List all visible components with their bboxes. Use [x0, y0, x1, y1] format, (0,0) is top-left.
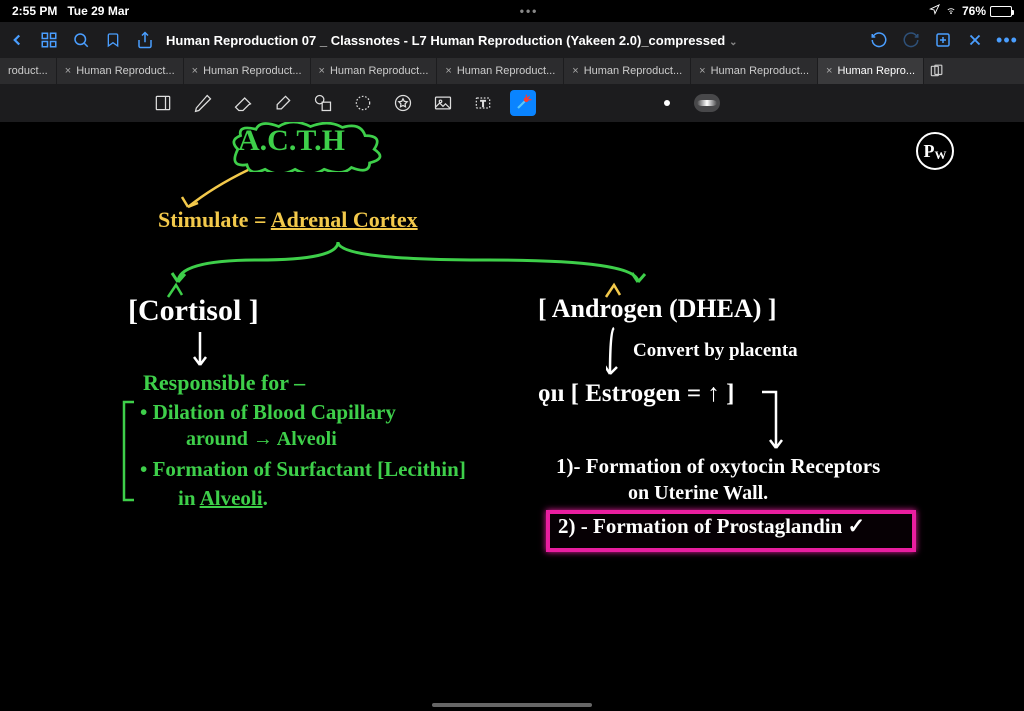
prostaglandin-text: 2) - Formation of Prostaglandin ✓ — [558, 514, 865, 539]
status-bar: 2:55 PM Tue 29 Mar ••• 76% — [0, 0, 1024, 22]
cortisol-label: [Cortisol ] — [128, 294, 259, 328]
close-icon[interactable]: × — [192, 65, 198, 77]
favorites-tool[interactable] — [390, 90, 416, 116]
redo-button[interactable] — [900, 29, 922, 51]
color-dot[interactable] — [654, 90, 680, 116]
add-page-button[interactable] — [932, 29, 954, 51]
oxytocin-line1: 1)- Formation of oxytocin Receptors — [556, 454, 880, 479]
document-title[interactable]: Human Reproduction 07 _ Classnotes - L7 … — [166, 33, 858, 48]
search-icon[interactable] — [70, 29, 92, 51]
pen-tool[interactable] — [190, 90, 216, 116]
bookmark-icon[interactable] — [102, 29, 124, 51]
oxytocin-line2: on Uterine Wall. — [628, 482, 768, 505]
formation-line1: • Formation of Surfactant [Lecithin] — [140, 457, 466, 482]
shapes-tool[interactable] — [310, 90, 336, 116]
eraser-tool[interactable] — [230, 90, 256, 116]
home-indicator[interactable] — [432, 703, 592, 707]
tab-3[interactable]: ×Human Reproduct... — [311, 58, 438, 84]
laser-tool[interactable] — [510, 90, 536, 116]
wifi-icon — [944, 4, 958, 18]
close-icon[interactable]: × — [65, 65, 71, 77]
status-time: 2:55 PM — [12, 4, 57, 18]
tab-0[interactable]: roduct... — [0, 58, 57, 84]
pw-logo: PW — [916, 132, 954, 170]
lasso-tool[interactable] — [350, 90, 376, 116]
grid-icon[interactable] — [38, 29, 60, 51]
readonly-tool[interactable] — [150, 90, 176, 116]
battery-icon — [990, 6, 1012, 17]
undo-button[interactable] — [868, 29, 890, 51]
tab-strip: roduct... ×Human Reproduct... ×Human Rep… — [0, 58, 1024, 84]
close-button[interactable] — [964, 29, 986, 51]
arrow-estrogen-down — [758, 390, 788, 460]
stroke-width[interactable] — [694, 90, 720, 116]
acth-label: A.C.T.H — [238, 124, 345, 158]
formation-line2: in Alveoli. — [178, 486, 268, 511]
text-tool[interactable]: T — [470, 90, 496, 116]
highlighter-tool[interactable] — [270, 90, 296, 116]
chevron-down-icon: ⌄ — [729, 37, 737, 48]
close-icon[interactable]: × — [445, 65, 451, 77]
androgen-label: [ Androgen (DHEA) ] — [538, 294, 777, 324]
nav-bar: Human Reproduction 07 _ Classnotes - L7 … — [0, 22, 1024, 58]
arrow-androgen-down — [606, 326, 634, 381]
dilation-line1: • Dilation of Blood Capillary — [140, 400, 396, 425]
arrow-cortisol-down — [188, 330, 218, 375]
close-icon[interactable]: × — [319, 65, 325, 77]
tab-5[interactable]: ×Human Reproduct... — [564, 58, 691, 84]
tab-overflow-icon[interactable] — [924, 58, 948, 84]
toolbar: T — [0, 84, 1024, 122]
tab-4[interactable]: ×Human Reproduct... — [437, 58, 564, 84]
left-bracket — [120, 400, 136, 505]
tab-7[interactable]: ×Human Repro... — [818, 58, 924, 84]
close-icon[interactable]: × — [699, 65, 705, 77]
convert-text: Convert by placenta — [633, 340, 798, 362]
close-icon[interactable]: × — [572, 65, 578, 77]
stimulate-text: Stimulate = Adrenal Cortex — [158, 207, 418, 233]
status-dots: ••• — [520, 4, 539, 18]
status-date: Tue 29 Mar — [67, 4, 129, 18]
location-icon — [929, 4, 940, 18]
battery-pct: 76% — [962, 4, 986, 18]
estrogen-label: ǫıı [ Estrogen = ↑ ] — [538, 380, 734, 408]
image-tool[interactable] — [430, 90, 456, 116]
svg-text:T: T — [480, 98, 485, 108]
back-button[interactable] — [6, 29, 28, 51]
more-icon[interactable]: ••• — [996, 29, 1018, 51]
canvas[interactable]: PW A.C.T.H Stimulate = Adrenal Cortex [C… — [58, 122, 966, 687]
tab-2[interactable]: ×Human Reproduct... — [184, 58, 311, 84]
responsible-text: Responsible for – — [143, 370, 305, 396]
tab-1[interactable]: ×Human Reproduct... — [57, 58, 184, 84]
share-icon[interactable] — [134, 29, 156, 51]
tab-6[interactable]: ×Human Reproduct... — [691, 58, 818, 84]
close-icon[interactable]: × — [826, 65, 832, 77]
dilation-line2: around → Alveoli — [186, 428, 337, 451]
